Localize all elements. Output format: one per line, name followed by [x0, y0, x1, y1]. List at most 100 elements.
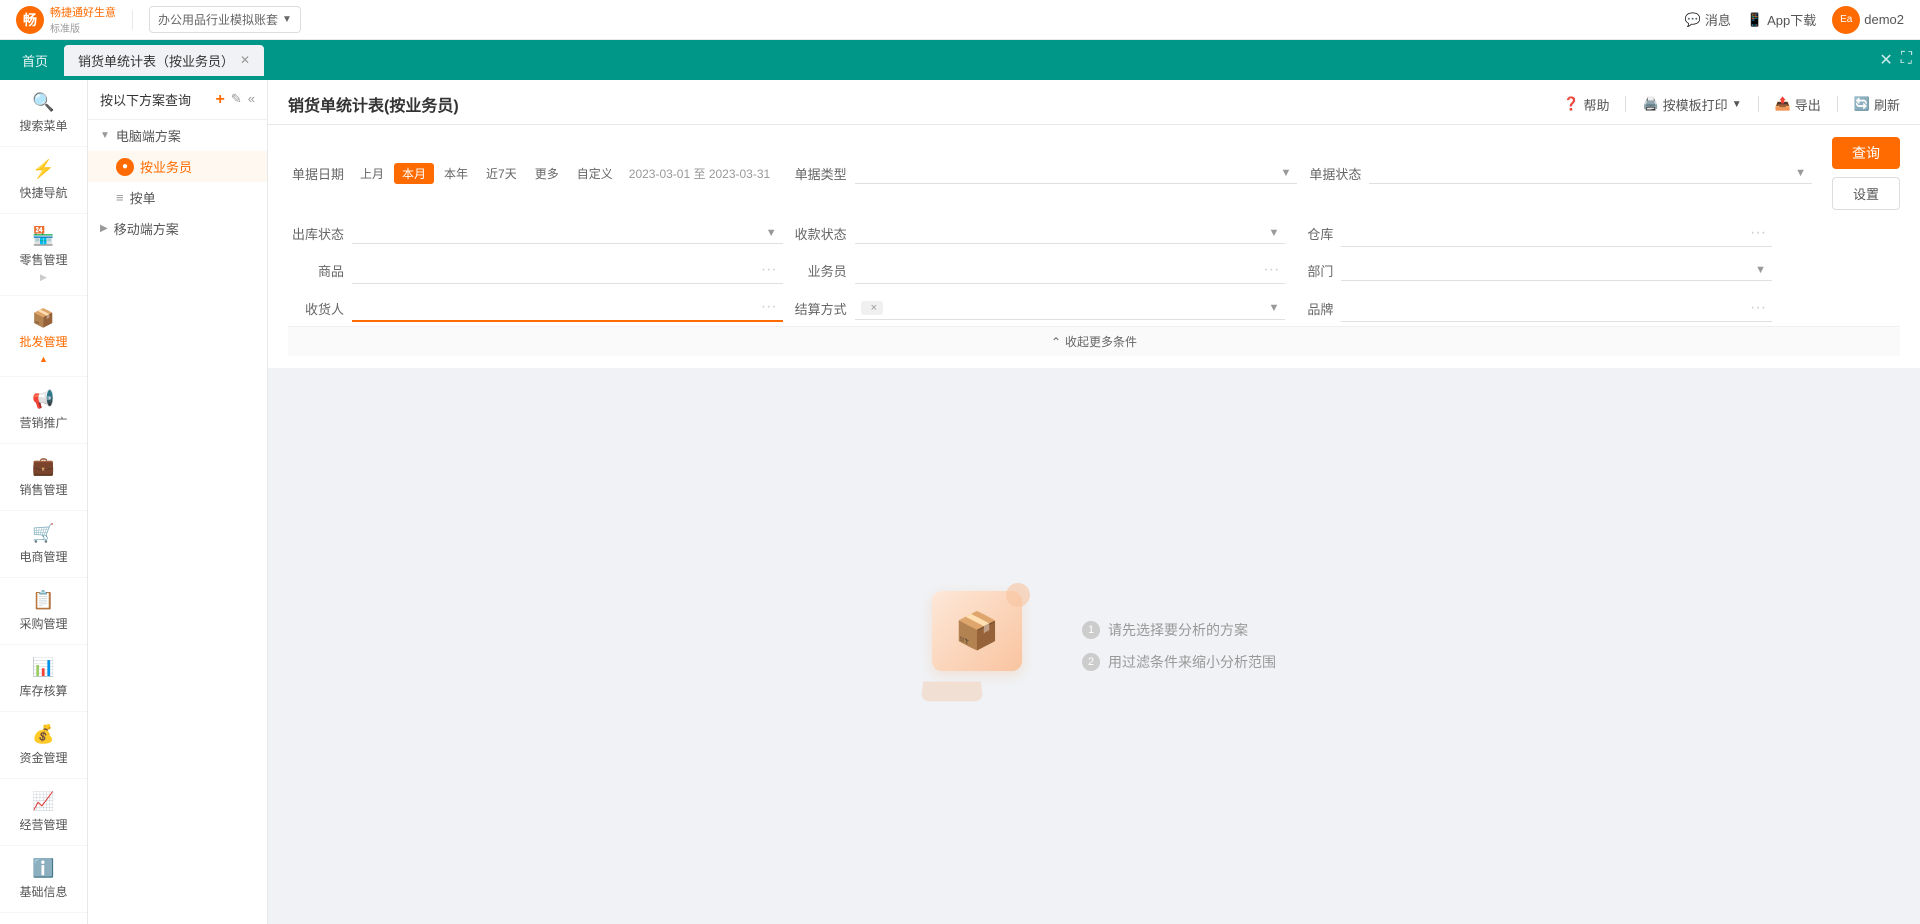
date-custom[interactable]: 自定义: [569, 163, 621, 184]
date-filter-group: 上月 本月 本年 近7天 更多 自定义 2023-03-01 至 2023-03…: [352, 163, 783, 184]
brand-dots[interactable]: ···: [1750, 299, 1766, 317]
query-button[interactable]: 查询: [1832, 137, 1900, 169]
chevron-down-icon: ▼: [1280, 167, 1291, 179]
goods-label: 商品: [288, 261, 344, 280]
add-scheme-button[interactable]: +: [216, 91, 225, 109]
tab-bar: 首页 销货单统计表（按业务员） ✕ ✕ ⛶: [0, 40, 1920, 80]
box-decoration: [1006, 583, 1030, 607]
logo-area[interactable]: 畅 畅捷通好生意 标准版: [16, 4, 116, 35]
chevron-down-icon6: ▼: [1268, 302, 1279, 314]
payment-method-field[interactable]: × ▼: [855, 297, 1286, 320]
goods-dots[interactable]: ···: [761, 261, 777, 279]
arrow-right-icon: ▶: [100, 223, 108, 234]
doc-status-dropdown[interactable]: ▼: [1369, 163, 1812, 184]
close-icon[interactable]: ✕: [240, 53, 250, 67]
empty-content: 📦 1 请先选择要分析的方案 2 用过滤条件来缩小分析范围: [912, 591, 1276, 701]
sidebar-item-system[interactable]: ⚙️ 系统管理: [0, 913, 87, 924]
department-label: 部门: [1293, 261, 1333, 280]
tree-by-salesperson[interactable]: ● 按业务员: [88, 151, 267, 182]
collapse-button[interactable]: ⌃ 收起更多条件: [1051, 333, 1137, 350]
receipt-status-label: 收款状态: [791, 224, 847, 243]
print-button[interactable]: 🖨️ 按模板打印 ▼: [1642, 95, 1741, 114]
sidebar-search[interactable]: 🔍 搜索菜单: [0, 80, 87, 147]
sidebar-item-marketing[interactable]: 📢 营销推广: [0, 377, 87, 444]
department-dropdown[interactable]: ▼: [1341, 260, 1772, 281]
sidebar-item-basic[interactable]: ℹ️ 基础信息: [0, 846, 87, 913]
brand-label: 品牌: [1293, 299, 1333, 318]
date-range: 2023-03-01 至 2023-03-31: [629, 165, 770, 182]
step-2-icon: 2: [1082, 653, 1100, 671]
sidebar-item-finance[interactable]: 💰 资金管理: [0, 712, 87, 779]
settings-button[interactable]: 设置: [1832, 177, 1900, 210]
nav-dropdown[interactable]: 办公用品行业模拟账套 ▼: [149, 6, 301, 33]
payment-method-label: 结算方式: [791, 299, 847, 318]
content-header: 销货单统计表(按业务员) ❓ 帮助 🖨️ 按模板打印 ▼ 📤 导出: [268, 80, 1920, 125]
sidebar-quicknav[interactable]: ⚡ 快捷导航: [0, 147, 87, 214]
salesperson-label: 业务员: [791, 261, 847, 280]
sidebar-item-purchase[interactable]: 📋 采购管理: [0, 578, 87, 645]
out-status-dropdown[interactable]: ▼: [352, 223, 783, 244]
logo-text: 畅捷通好生意 标准版: [50, 4, 116, 35]
payment-tag: ×: [861, 301, 883, 315]
tab-sales-stat[interactable]: 销货单统计表（按业务员） ✕: [64, 45, 264, 76]
date-this-year[interactable]: 本年: [436, 163, 476, 184]
logo-icon: 畅: [16, 6, 44, 34]
consignee-dots[interactable]: ···: [761, 298, 777, 316]
date-more[interactable]: 更多: [527, 163, 567, 184]
warehouse-field[interactable]: ···: [1341, 220, 1772, 247]
close-window-icon[interactable]: ✕: [1879, 50, 1892, 70]
chevron-up-icon: ⌃: [1051, 335, 1061, 349]
date-last-month[interactable]: 上月: [352, 163, 392, 184]
collapse-panel-icon[interactable]: «: [248, 91, 255, 109]
empty-hints: 1 请先选择要分析的方案 2 用过滤条件来缩小分析范围: [1082, 620, 1276, 672]
filter-row-3: 商品 ··· 业务员 ··· 部门 ▼: [288, 257, 1900, 284]
chevron-up-icon: ▲: [39, 354, 48, 364]
chevron-down-icon2: ▼: [1795, 167, 1806, 179]
box-shadow: [921, 682, 984, 702]
payment-tag-clear[interactable]: ×: [871, 302, 877, 314]
help-button[interactable]: ❓ 帮助: [1563, 95, 1609, 114]
export-button[interactable]: 📤 导出: [1775, 95, 1821, 114]
divider3: [1837, 96, 1838, 112]
brand-field[interactable]: ···: [1341, 295, 1772, 322]
app-download-button[interactable]: 📱 App下载: [1747, 10, 1816, 29]
sidebar-item-ecommerce[interactable]: 🛒 电商管理: [0, 511, 87, 578]
message-button[interactable]: 💬 消息: [1685, 10, 1731, 29]
left-panel-header: 按以下方案查询 + ✎ «: [88, 80, 267, 120]
warehouse-dots[interactable]: ···: [1750, 224, 1766, 242]
sidebar-item-sales[interactable]: 💼 销售管理: [0, 444, 87, 511]
tree-by-order[interactable]: ≡ 按单: [88, 182, 267, 213]
tree-desktop-group[interactable]: ▼ 电脑端方案: [88, 120, 267, 151]
date-last-7[interactable]: 近7天: [478, 163, 525, 184]
chevron-down-icon5: ▼: [1755, 264, 1766, 276]
inventory-icon: 📊: [32, 657, 54, 678]
receipt-status-dropdown[interactable]: ▼: [855, 223, 1286, 244]
window-buttons: ✕ ⛶: [1879, 50, 1912, 70]
sidebar-item-operation[interactable]: 📈 经营管理: [0, 779, 87, 846]
divider2: [1758, 96, 1759, 112]
sidebar: 🔍 搜索菜单 ⚡ 快捷导航 🏪 零售管理 ▶ 📦 批发管理 ▲ 📢 营销推广 💼…: [0, 80, 88, 924]
doc-type-label: 单据类型: [791, 164, 847, 183]
goods-field[interactable]: ···: [352, 257, 783, 284]
box-shape: 📦: [932, 591, 1022, 671]
user-menu[interactable]: Ea demo2: [1832, 6, 1904, 34]
hint-2: 2 用过滤条件来缩小分析范围: [1082, 652, 1276, 672]
tab-home[interactable]: 首页: [8, 45, 62, 76]
doc-type-dropdown[interactable]: ▼: [855, 163, 1298, 184]
consignee-field[interactable]: ···: [352, 294, 783, 322]
sidebar-item-retail[interactable]: 🏪 零售管理 ▶: [0, 214, 87, 296]
salesperson-field[interactable]: ···: [855, 257, 1286, 284]
divider: [1625, 96, 1626, 112]
purchase-icon: 📋: [32, 590, 54, 611]
refresh-button[interactable]: 🔄 刷新: [1854, 95, 1900, 114]
maximize-icon[interactable]: ⛶: [1901, 50, 1912, 70]
edit-scheme-icon[interactable]: ✎: [231, 91, 242, 109]
date-this-month[interactable]: 本月: [394, 163, 434, 184]
salesperson-dots[interactable]: ···: [1263, 261, 1279, 279]
operation-icon: 📈: [32, 791, 54, 812]
tree-mobile-group[interactable]: ▶ 移动端方案: [88, 213, 267, 244]
sidebar-item-wholesale[interactable]: 📦 批发管理 ▲: [0, 296, 87, 377]
search-icon: 🔍: [32, 92, 54, 113]
sidebar-item-inventory[interactable]: 📊 库存核算: [0, 645, 87, 712]
content-area: 销货单统计表(按业务员) ❓ 帮助 🖨️ 按模板打印 ▼ 📤 导出: [268, 80, 1920, 924]
